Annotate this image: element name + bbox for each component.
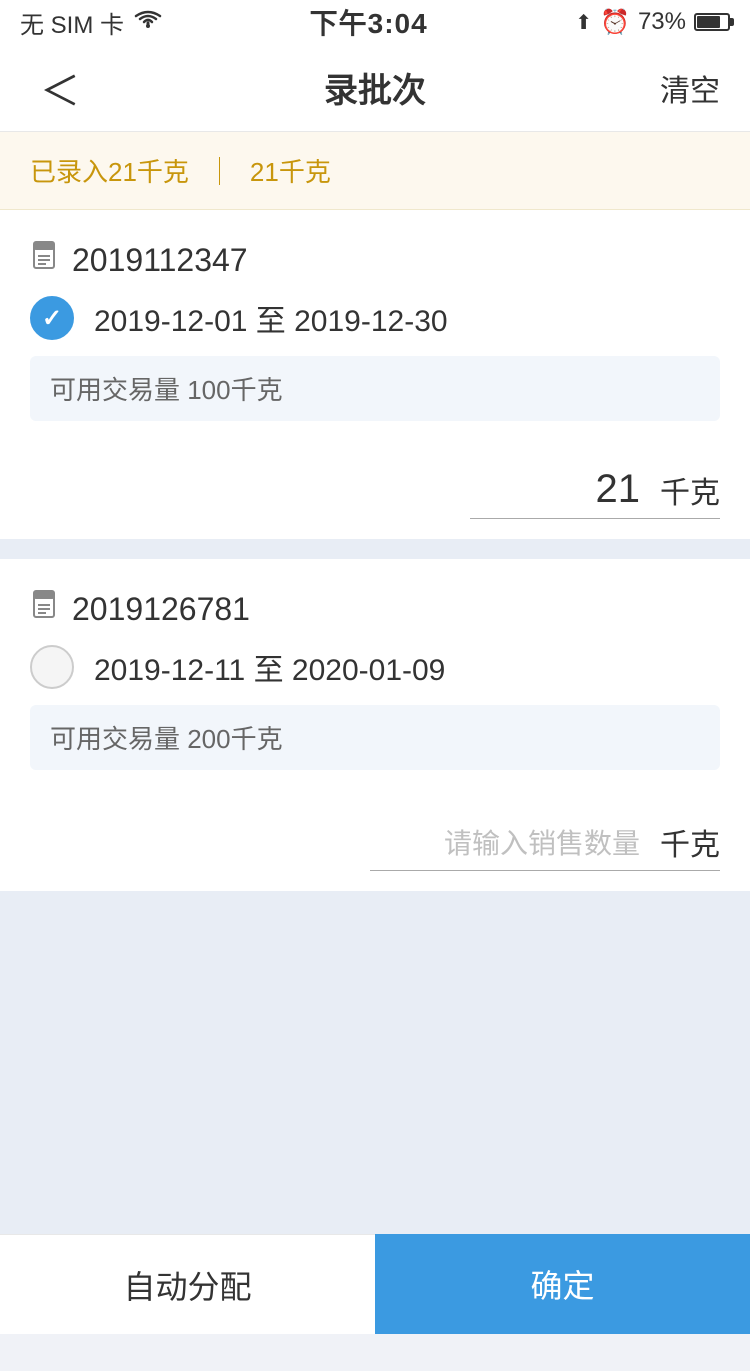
batch-2-input-unit: 千克	[660, 820, 720, 864]
batch-1-underline-wrapper	[0, 518, 750, 539]
status-bar: 无 SIM 卡 下午3:04 ⬆ ⏰ 73%	[0, 0, 750, 44]
section-separator	[0, 539, 750, 559]
alarm-icon: ⏰	[600, 8, 630, 37]
summary-recorded-label: 已录入21千克	[30, 152, 189, 189]
battery-percent: 73%	[638, 8, 686, 36]
batch-1-date: 2019-12-01 至 2019-12-30	[94, 296, 448, 340]
nav-bar: ＜ 录批次 清空	[0, 44, 750, 132]
wifi-icon	[134, 8, 162, 36]
status-left: 无 SIM 卡	[20, 5, 162, 40]
batch-2-available: 可用交易量 200千克	[30, 705, 720, 770]
batch-1-id: 2019112347	[72, 242, 248, 279]
batch-2-date: 2019-12-11 至 2020-01-09	[94, 645, 445, 689]
status-time: 下午3:04	[310, 2, 428, 42]
batch-item-2: 2019126781 2019-12-11 至 2020-01-09 可用交易量…	[0, 559, 750, 891]
batch-2-header: 2019126781	[30, 589, 720, 629]
batch-2-input-line: 请输入销售数量 千克	[0, 800, 750, 870]
batch-2-underline	[370, 870, 720, 871]
batch-item-1: 2019112347 2019-12-01 至 2019-12-30 可用交易量…	[0, 210, 750, 539]
batch-1-quantity-wrapper: 21 千克	[0, 451, 750, 539]
status-right: ⬆ ⏰ 73%	[575, 8, 730, 37]
summary-value: 21千克	[250, 152, 331, 189]
summary-bar: 已录入21千克 21千克	[0, 132, 750, 210]
confirm-button[interactable]: 确定	[375, 1234, 750, 1334]
batch-1-quantity-line: 21 千克	[0, 451, 750, 518]
empty-area	[0, 891, 750, 1271]
batch-1-date-row[interactable]: 2019-12-01 至 2019-12-30	[30, 296, 720, 340]
auto-distribute-button[interactable]: 自动分配	[0, 1234, 375, 1334]
batch-1-quantity-unit: 千克	[660, 468, 720, 512]
batch-2-date-row[interactable]: 2019-12-11 至 2020-01-09	[30, 645, 720, 689]
no-sim-text: 无 SIM 卡	[20, 5, 124, 40]
batch-1-doc-icon	[30, 240, 62, 280]
bottom-bar: 自动分配 确定	[0, 1234, 750, 1334]
batch-1-underline	[470, 518, 720, 519]
batch-2-radio[interactable]	[30, 645, 74, 689]
batch-1-quantity-value: 21	[596, 467, 641, 512]
batch-1-radio[interactable]	[30, 296, 74, 340]
batch-2-input-placeholder: 请输入销售数量	[444, 822, 640, 862]
batch-2-id: 2019126781	[72, 591, 250, 628]
page-title: 录批次	[324, 63, 426, 112]
location-icon: ⬆	[575, 10, 592, 35]
batch-2-input-wrapper: 请输入销售数量 千克	[0, 800, 750, 891]
batch-1-header: 2019112347	[30, 240, 720, 280]
battery-icon	[694, 13, 730, 31]
batch-2-underline-wrap	[0, 870, 750, 891]
batch-1-available: 可用交易量 100千克	[30, 356, 720, 421]
clear-button[interactable]: 清空	[660, 66, 720, 110]
back-button[interactable]: ＜	[30, 49, 90, 127]
batch-2-doc-icon	[30, 589, 62, 629]
summary-divider	[219, 157, 220, 185]
